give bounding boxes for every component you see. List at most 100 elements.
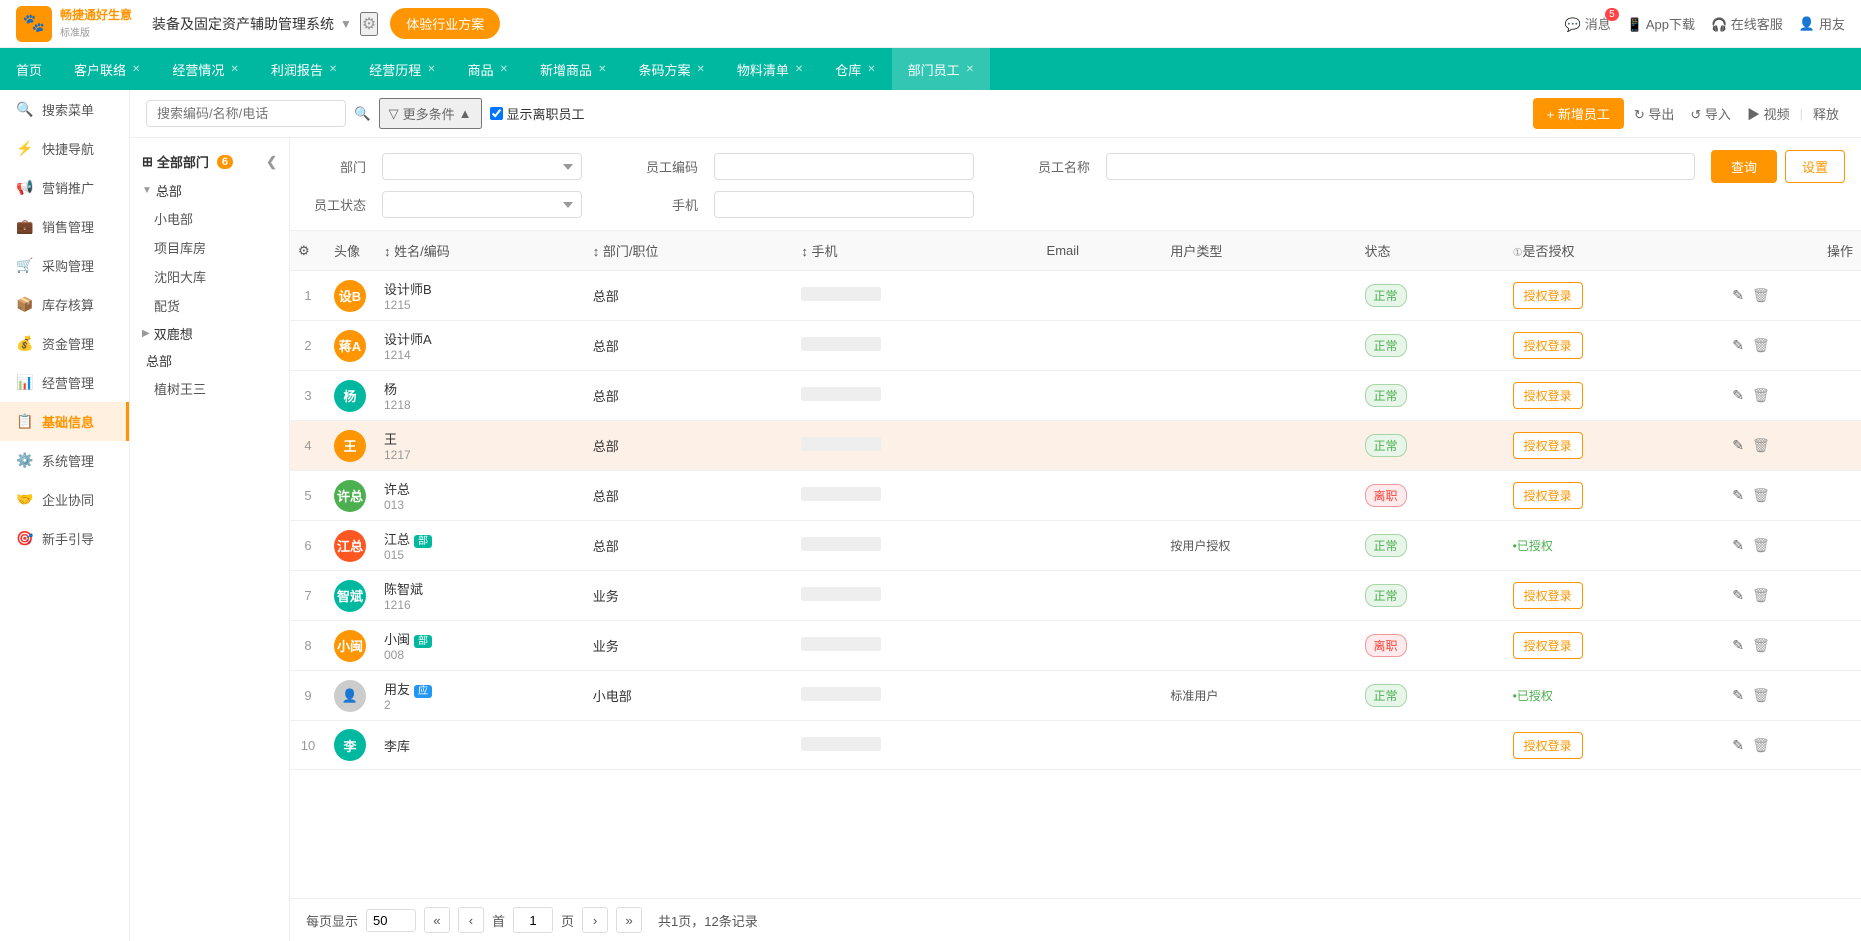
tab-close[interactable]: ✕ (966, 64, 974, 75)
prev-page-button[interactable]: ‹ (458, 907, 484, 933)
sidebar-item-basic[interactable]: 📋 基础信息 (0, 402, 129, 441)
show-left-label[interactable]: 显示离职员工 (490, 104, 585, 123)
tab-close[interactable]: ✕ (598, 64, 606, 75)
sidebar-item-sales[interactable]: 💼 销售管理 (0, 207, 129, 246)
search-input[interactable] (146, 100, 346, 127)
show-left-checkbox[interactable] (490, 107, 503, 120)
delete-icon[interactable]: 🗑 (1752, 337, 1770, 354)
sidebar-item-management[interactable]: 📊 经营管理 (0, 363, 129, 402)
dept-group-shuanglu[interactable]: ▶ 双鹿想 (130, 320, 289, 347)
sidebar-item-search[interactable]: 🔍 搜索菜单 (0, 90, 129, 129)
tab-add-goods[interactable]: 新增商品 ✕ (524, 48, 622, 90)
tab-customer[interactable]: 客户联络 ✕ (58, 48, 156, 90)
edit-icon[interactable]: ✎ (1732, 737, 1744, 754)
dept-item-zhishu[interactable]: 植树王三 (130, 374, 289, 403)
sidebar-item-purchase[interactable]: 🛒 采购管理 (0, 246, 129, 285)
delete-icon[interactable]: 🗑 (1752, 287, 1770, 304)
auth-button[interactable]: 授权登录 (1513, 632, 1583, 659)
sidebar-item-inventory[interactable]: 📦 库存核算 (0, 285, 129, 324)
tab-close[interactable]: ✕ (427, 64, 435, 75)
last-page-button[interactable]: » (616, 907, 642, 933)
auth-button[interactable]: 授权登录 (1513, 582, 1583, 609)
view-button[interactable]: ▶ 视频 (1741, 100, 1796, 127)
delete-icon[interactable]: 🗑 (1752, 387, 1770, 404)
export-button[interactable]: ↻ 导出 (1628, 100, 1681, 127)
delete-icon[interactable]: 🗑 (1752, 437, 1770, 454)
tab-profit[interactable]: 利润报告 ✕ (255, 48, 353, 90)
tab-close[interactable]: ✕ (500, 64, 508, 75)
more-button[interactable]: 释放 (1807, 100, 1845, 127)
page-input[interactable] (513, 907, 553, 933)
collapse-button[interactable]: ❮ (266, 154, 277, 170)
edit-icon[interactable]: ✎ (1732, 687, 1744, 704)
gear-button[interactable]: ⚙ (360, 12, 378, 36)
tab-home[interactable]: 首页 (0, 48, 58, 90)
sidebar-item-collab[interactable]: 🤝 企业协同 (0, 480, 129, 519)
auth-button[interactable]: 授权登录 (1513, 332, 1583, 359)
edit-icon[interactable]: ✎ (1732, 387, 1744, 404)
sidebar-item-system[interactable]: ⚙️ 系统管理 (0, 441, 129, 480)
edit-icon[interactable]: ✎ (1732, 487, 1744, 504)
delete-icon[interactable]: 🗑 (1752, 587, 1770, 604)
setup-button[interactable]: 设置 (1785, 150, 1845, 183)
auth-button[interactable]: 授权登录 (1513, 732, 1583, 759)
dept-item-project[interactable]: 项目库房 (130, 233, 289, 262)
dept-item-peihuo[interactable]: 配货 (130, 291, 289, 320)
dept-item-shenyang[interactable]: 沈阳大库 (130, 262, 289, 291)
dept-group-zongbu[interactable]: ▼ 总部 (130, 177, 289, 204)
edit-icon[interactable]: ✎ (1732, 637, 1744, 654)
phone-input[interactable] (714, 191, 974, 218)
edit-icon[interactable]: ✎ (1732, 437, 1744, 454)
add-employee-button[interactable]: + 新增员工 (1533, 98, 1624, 129)
edit-icon[interactable]: ✎ (1732, 537, 1744, 554)
tab-close[interactable]: ✕ (696, 64, 704, 75)
next-page-button[interactable]: › (582, 907, 608, 933)
delete-icon[interactable]: 🗑 (1752, 737, 1770, 754)
tab-close[interactable]: ✕ (230, 64, 238, 75)
tab-close[interactable]: ✕ (795, 64, 803, 75)
import-button[interactable]: ↺ 导入 (1684, 100, 1737, 127)
dept-group-zongbu2[interactable]: 总部 (130, 347, 289, 374)
search-button[interactable]: 🔍 (354, 106, 371, 122)
sidebar-item-quicknav[interactable]: ⚡ 快捷导航 (0, 129, 129, 168)
info-icon[interactable]: ① (1513, 247, 1523, 259)
edit-icon[interactable]: ✎ (1732, 337, 1744, 354)
first-page-button[interactable]: « (424, 907, 450, 933)
tab-close[interactable]: ✕ (329, 64, 337, 75)
emp-name-input[interactable] (1106, 153, 1695, 180)
emp-code-input[interactable] (714, 153, 974, 180)
edit-icon[interactable]: ✎ (1732, 587, 1744, 604)
sidebar-item-marketing[interactable]: 📢 营销推广 (0, 168, 129, 207)
trial-button[interactable]: 体验行业方案 (390, 8, 500, 39)
tab-close[interactable]: ✕ (132, 64, 140, 75)
dept-select[interactable] (382, 153, 582, 180)
per-page-select[interactable]: 50 20 100 (366, 909, 416, 932)
app-download[interactable]: 📱 App下载 (1627, 14, 1695, 33)
tab-close[interactable]: ✕ (867, 64, 875, 75)
title-dropdown-icon[interactable]: ▼ (340, 17, 352, 31)
user-area[interactable]: 👤 用友 (1799, 14, 1845, 33)
query-button[interactable]: 查询 (1711, 150, 1777, 183)
dept-all-header[interactable]: ⊞ 全部部门 6 ❮ (130, 146, 289, 177)
delete-icon[interactable]: 🗑 (1752, 687, 1770, 704)
auth-button[interactable]: 授权登录 (1513, 382, 1583, 409)
tab-warehouse[interactable]: 仓库 ✕ (819, 48, 891, 90)
delete-icon[interactable]: 🗑 (1752, 537, 1770, 554)
tab-barcode[interactable]: 条码方案 ✕ (622, 48, 720, 90)
tab-employee[interactable]: 部门员工 ✕ (892, 48, 990, 90)
auth-button[interactable]: 授权登录 (1513, 282, 1583, 309)
tab-bom[interactable]: 物料清单 ✕ (721, 48, 819, 90)
tab-goods[interactable]: 商品 ✕ (452, 48, 524, 90)
dept-item-xiaodian[interactable]: 小电部 (130, 204, 289, 233)
sidebar-item-guide[interactable]: 🎯 新手引导 (0, 519, 129, 558)
edit-icon[interactable]: ✎ (1732, 287, 1744, 304)
more-filter-button[interactable]: ▽ 更多条件 ▲ (379, 98, 482, 129)
auth-button[interactable]: 授权登录 (1513, 432, 1583, 459)
delete-icon[interactable]: 🗑 (1752, 487, 1770, 504)
sidebar-item-finance[interactable]: 💰 资金管理 (0, 324, 129, 363)
message-button[interactable]: 💬 消息 5 (1565, 14, 1611, 33)
tab-operation[interactable]: 经营情况 ✕ (156, 48, 254, 90)
online-service[interactable]: 🎧 在线客服 (1711, 14, 1783, 33)
auth-button[interactable]: 授权登录 (1513, 482, 1583, 509)
tab-history[interactable]: 经营历程 ✕ (353, 48, 451, 90)
